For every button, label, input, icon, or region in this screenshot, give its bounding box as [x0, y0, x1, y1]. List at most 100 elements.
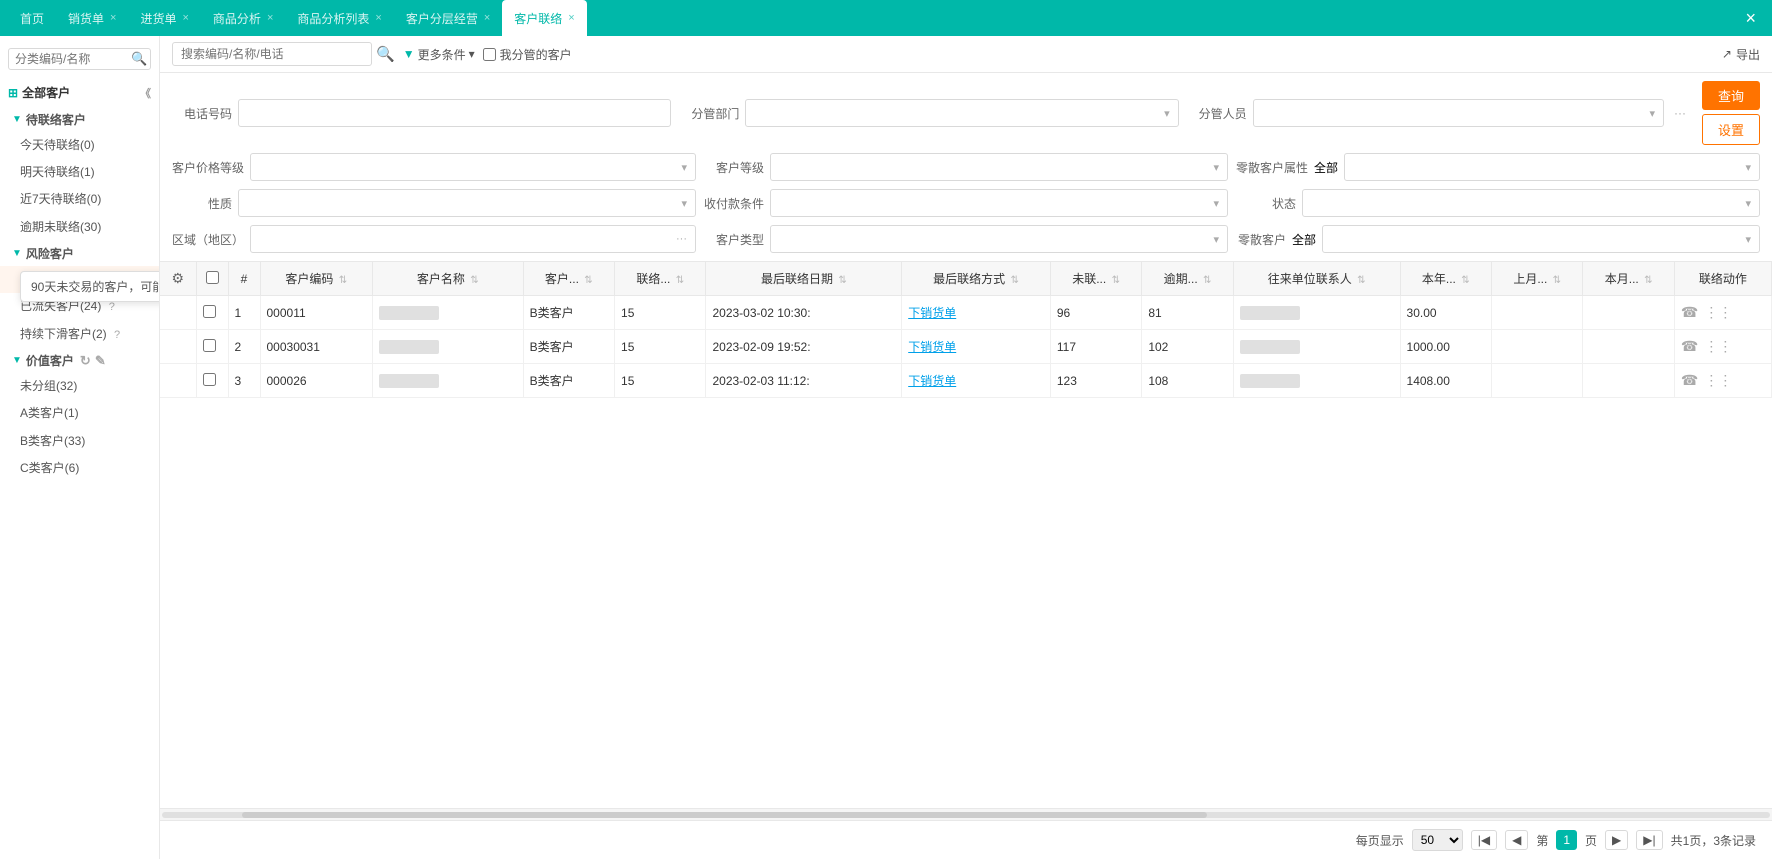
- col-checkbox[interactable]: [196, 262, 228, 296]
- row-checkbox[interactable]: [203, 305, 216, 318]
- window-close-button[interactable]: ×: [1737, 8, 1764, 29]
- sidebar-risk-section[interactable]: ▼ 风险客户: [0, 241, 159, 266]
- row-contact-icon[interactable]: ☎: [1681, 338, 1698, 355]
- col-code[interactable]: 客户编码 ⇅: [260, 262, 373, 296]
- person-more-icon[interactable]: ···: [1674, 106, 1686, 120]
- settings-button[interactable]: 设置: [1702, 114, 1760, 145]
- tab-customer-tier-close[interactable]: ×: [484, 12, 490, 24]
- filter-search-input[interactable]: [172, 42, 372, 66]
- row-index-cell: 2: [228, 330, 260, 364]
- col-this-month[interactable]: 本月... ⇅: [1583, 262, 1674, 296]
- row-checkbox[interactable]: [203, 339, 216, 352]
- sidebar-item-class-a[interactable]: A类客户(1): [0, 400, 159, 427]
- my-customers-checkbox[interactable]: [483, 48, 496, 61]
- col-settings[interactable]: ⚙: [160, 262, 196, 296]
- retail-attr-select[interactable]: ▾: [1344, 153, 1760, 181]
- sidebar-search-input[interactable]: [8, 48, 151, 70]
- col-overdue[interactable]: 逾期... ⇅: [1142, 262, 1233, 296]
- sidebar-item-overdue[interactable]: 逾期未联络(30): [0, 214, 159, 241]
- customer-level-select[interactable]: ▾: [770, 153, 1228, 181]
- customer-type-select[interactable]: ▾: [770, 225, 1228, 253]
- contact-method-link[interactable]: 下销货单: [908, 340, 956, 354]
- table-settings-icon[interactable]: ⚙: [171, 270, 184, 286]
- sidebar-collapse-icon: 《: [140, 85, 151, 101]
- person-select[interactable]: ▾: [1253, 99, 1664, 127]
- sidebar-pending-section[interactable]: ▼ 待联络客户: [0, 107, 159, 132]
- row-more-icon[interactable]: ⋮⋮: [1704, 304, 1732, 321]
- col-contact[interactable]: 联络... ⇅: [615, 262, 706, 296]
- col-this-year[interactable]: 本年... ⇅: [1400, 262, 1491, 296]
- row-name-blurred: [379, 306, 439, 320]
- query-button[interactable]: 查询: [1702, 81, 1760, 110]
- tab-goods-analysis-close[interactable]: ×: [267, 12, 273, 24]
- tab-customer-tier[interactable]: 客户分层经营 ×: [394, 0, 502, 36]
- filter-search-button[interactable]: 🔍: [376, 45, 395, 63]
- col-level[interactable]: 客户... ⇅: [523, 262, 614, 296]
- status-select[interactable]: ▾: [1302, 189, 1760, 217]
- horizontal-scrollbar[interactable]: [160, 808, 1772, 820]
- last-page-button[interactable]: ▶|: [1636, 830, 1662, 850]
- prev-page-button[interactable]: ◀: [1505, 830, 1528, 850]
- sidebar-item-declining[interactable]: 持续下滑客户(2) ?: [0, 321, 159, 349]
- sidebar-value-section[interactable]: ▼ 价值客户 ↻ ✎: [0, 348, 159, 373]
- region-select[interactable]: ···: [250, 225, 696, 253]
- next-page-button[interactable]: ▶: [1605, 830, 1628, 850]
- row-contact-icon[interactable]: ☎: [1681, 372, 1698, 389]
- row-last-contact-method-cell[interactable]: 下销货单: [902, 296, 1051, 330]
- first-page-button[interactable]: |◀: [1471, 830, 1497, 850]
- tab-goods-list[interactable]: 商品分析列表 ×: [285, 0, 393, 36]
- row-checkbox-cell[interactable]: [196, 364, 228, 398]
- tab-purchase[interactable]: 进货单 ×: [128, 0, 200, 36]
- row-more-icon[interactable]: ⋮⋮: [1704, 372, 1732, 389]
- table-select-all[interactable]: [206, 271, 219, 284]
- col-no-contact[interactable]: 未联... ⇅: [1050, 262, 1141, 296]
- value-refresh-icon[interactable]: ↻: [80, 353, 91, 369]
- col-last-contact-method[interactable]: 最后联络方式 ⇅: [902, 262, 1051, 296]
- tab-customer-connect-close[interactable]: ×: [568, 12, 574, 24]
- tab-sales[interactable]: 销货单 ×: [56, 0, 128, 36]
- tab-purchase-close[interactable]: ×: [182, 12, 188, 24]
- sidebar-item-today[interactable]: 今天待联络(0): [0, 132, 159, 159]
- col-last-month[interactable]: 上月... ⇅: [1491, 262, 1582, 296]
- dept-select[interactable]: ▾: [745, 99, 1178, 127]
- sidebar-item-tomorrow[interactable]: 明天待联络(1): [0, 159, 159, 186]
- price-level-select[interactable]: ▾: [250, 153, 696, 181]
- dept-label: 分管部门: [679, 105, 739, 122]
- row-checkbox-cell[interactable]: [196, 330, 228, 364]
- row-contact-icon[interactable]: ☎: [1681, 304, 1698, 321]
- sidebar-risk-section-wrap: ▼ 风险客户 90天未交易的客户，可能有流失风险。: [0, 241, 159, 266]
- row-checkbox-cell[interactable]: [196, 296, 228, 330]
- col-last-contact-date[interactable]: 最后联络日期 ⇅: [706, 262, 902, 296]
- sidebar-all-customers[interactable]: ⊞ 全部客户 《: [0, 78, 159, 107]
- gender-select[interactable]: ▾: [238, 189, 696, 217]
- row-more-icon[interactable]: ⋮⋮: [1704, 338, 1732, 355]
- col-unit-contact[interactable]: 往来单位联系人 ⇅: [1233, 262, 1400, 296]
- sidebar-item-class-c[interactable]: C类客户(6): [0, 455, 159, 482]
- payment-select[interactable]: ▾: [770, 189, 1228, 217]
- tab-home[interactable]: 首页: [8, 0, 56, 36]
- value-settings-icon[interactable]: ✎: [95, 353, 106, 369]
- tab-customer-connect[interactable]: 客户联络 ×: [502, 0, 586, 36]
- tab-goods-list-close[interactable]: ×: [375, 12, 381, 24]
- tab-sales-close[interactable]: ×: [110, 12, 116, 24]
- risk-arrow-icon: ▼: [12, 248, 22, 259]
- row-last-contact-method-cell[interactable]: 下销货单: [902, 330, 1051, 364]
- my-customers-checkbox-label[interactable]: 我分管的客户: [483, 46, 572, 63]
- phone-label: 电话号码: [172, 105, 232, 122]
- col-name[interactable]: 客户名称 ⇅: [373, 262, 524, 296]
- more-conditions-button[interactable]: ▼ 更多条件 ▾: [403, 46, 475, 63]
- sidebar-item-unclassified[interactable]: 未分组(32): [0, 373, 159, 400]
- per-page-select[interactable]: 50 100 200: [1412, 829, 1463, 851]
- sidebar-item-7days[interactable]: 近7天待联络(0): [0, 186, 159, 213]
- contact-method-link[interactable]: 下销货单: [908, 374, 956, 388]
- row-checkbox[interactable]: [203, 373, 216, 386]
- retail-customer-select[interactable]: ▾: [1322, 225, 1760, 253]
- current-page-number[interactable]: 1: [1556, 830, 1577, 850]
- phone-input[interactable]: [238, 99, 671, 127]
- tab-goods-analysis[interactable]: 商品分析 ×: [201, 0, 285, 36]
- contact-method-link[interactable]: 下销货单: [908, 306, 956, 320]
- scrollbar-thumb[interactable]: [242, 812, 1207, 818]
- row-last-contact-method-cell[interactable]: 下销货单: [902, 364, 1051, 398]
- sidebar-item-class-b[interactable]: B类客户(33): [0, 428, 159, 455]
- export-button[interactable]: ↗ 导出: [1722, 46, 1760, 63]
